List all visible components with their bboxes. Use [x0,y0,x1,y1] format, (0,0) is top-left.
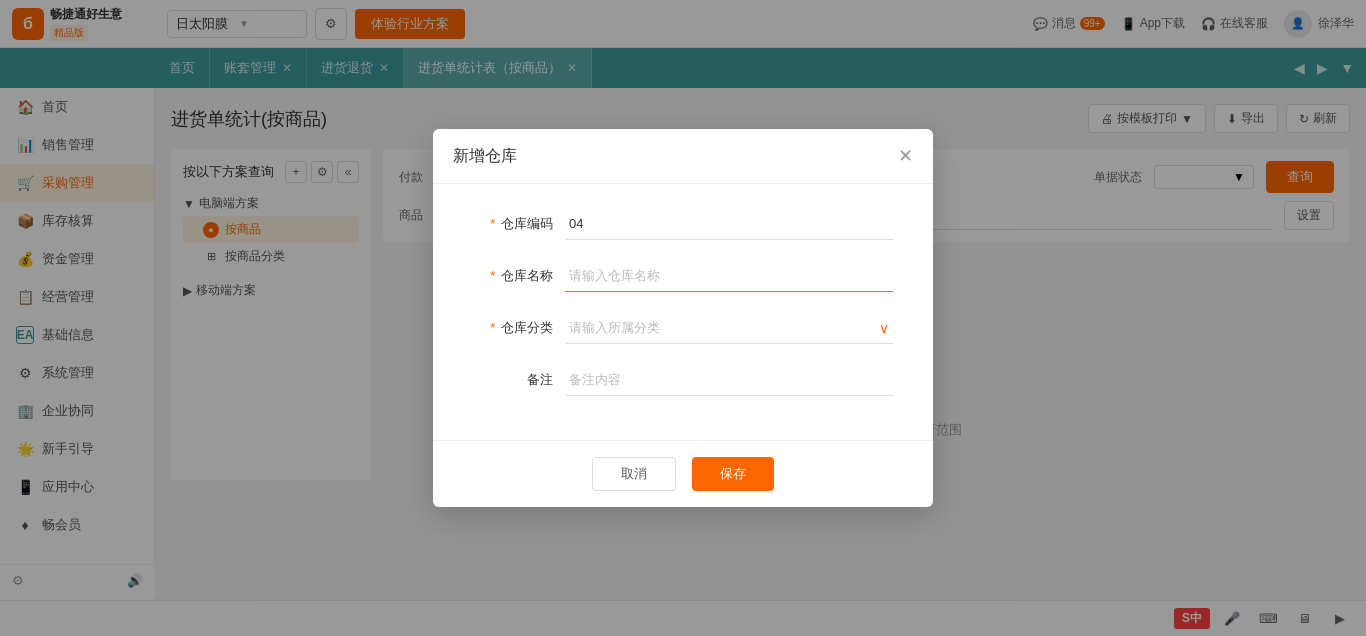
warehouse-name-input[interactable] [565,260,893,292]
name-required: * [490,268,495,283]
category-label-text: 仓库分类 [501,320,553,335]
warehouse-code-input[interactable] [565,208,893,240]
name-label-text: 仓库名称 [501,268,553,283]
category-placeholder: 请输入所属分类 [569,319,660,337]
category-required: * [490,320,495,335]
note-label: 备注 [473,371,553,389]
modal-overlay[interactable]: 新增仓库 ✕ * 仓库编码 * 仓库名称 [0,0,1366,636]
dialog-body: * 仓库编码 * 仓库名称 * 仓库分类 请输入 [433,184,933,440]
cancel-button[interactable]: 取消 [592,457,676,491]
warehouse-category-row: * 仓库分类 请输入所属分类 ∨ [473,312,893,344]
category-label: * 仓库分类 [473,319,553,337]
code-required: * [490,216,495,231]
warehouse-note-input[interactable] [565,364,893,396]
save-button[interactable]: 保存 [692,457,774,491]
code-label: * 仓库编码 [473,215,553,233]
warehouse-note-row: 备注 [473,364,893,396]
category-dropdown-arrow: ∨ [879,320,889,336]
dialog-close-button[interactable]: ✕ [898,145,913,167]
dialog-title: 新增仓库 [453,146,517,167]
warehouse-category-select[interactable]: 请输入所属分类 ∨ [565,312,893,344]
note-label-text: 备注 [527,372,553,387]
dialog-footer: 取消 保存 [433,440,933,507]
code-label-text: 仓库编码 [501,216,553,231]
warehouse-code-row: * 仓库编码 [473,208,893,240]
dialog-header: 新增仓库 ✕ [433,129,933,184]
new-warehouse-dialog: 新增仓库 ✕ * 仓库编码 * 仓库名称 [433,129,933,507]
name-label: * 仓库名称 [473,267,553,285]
warehouse-name-row: * 仓库名称 [473,260,893,292]
